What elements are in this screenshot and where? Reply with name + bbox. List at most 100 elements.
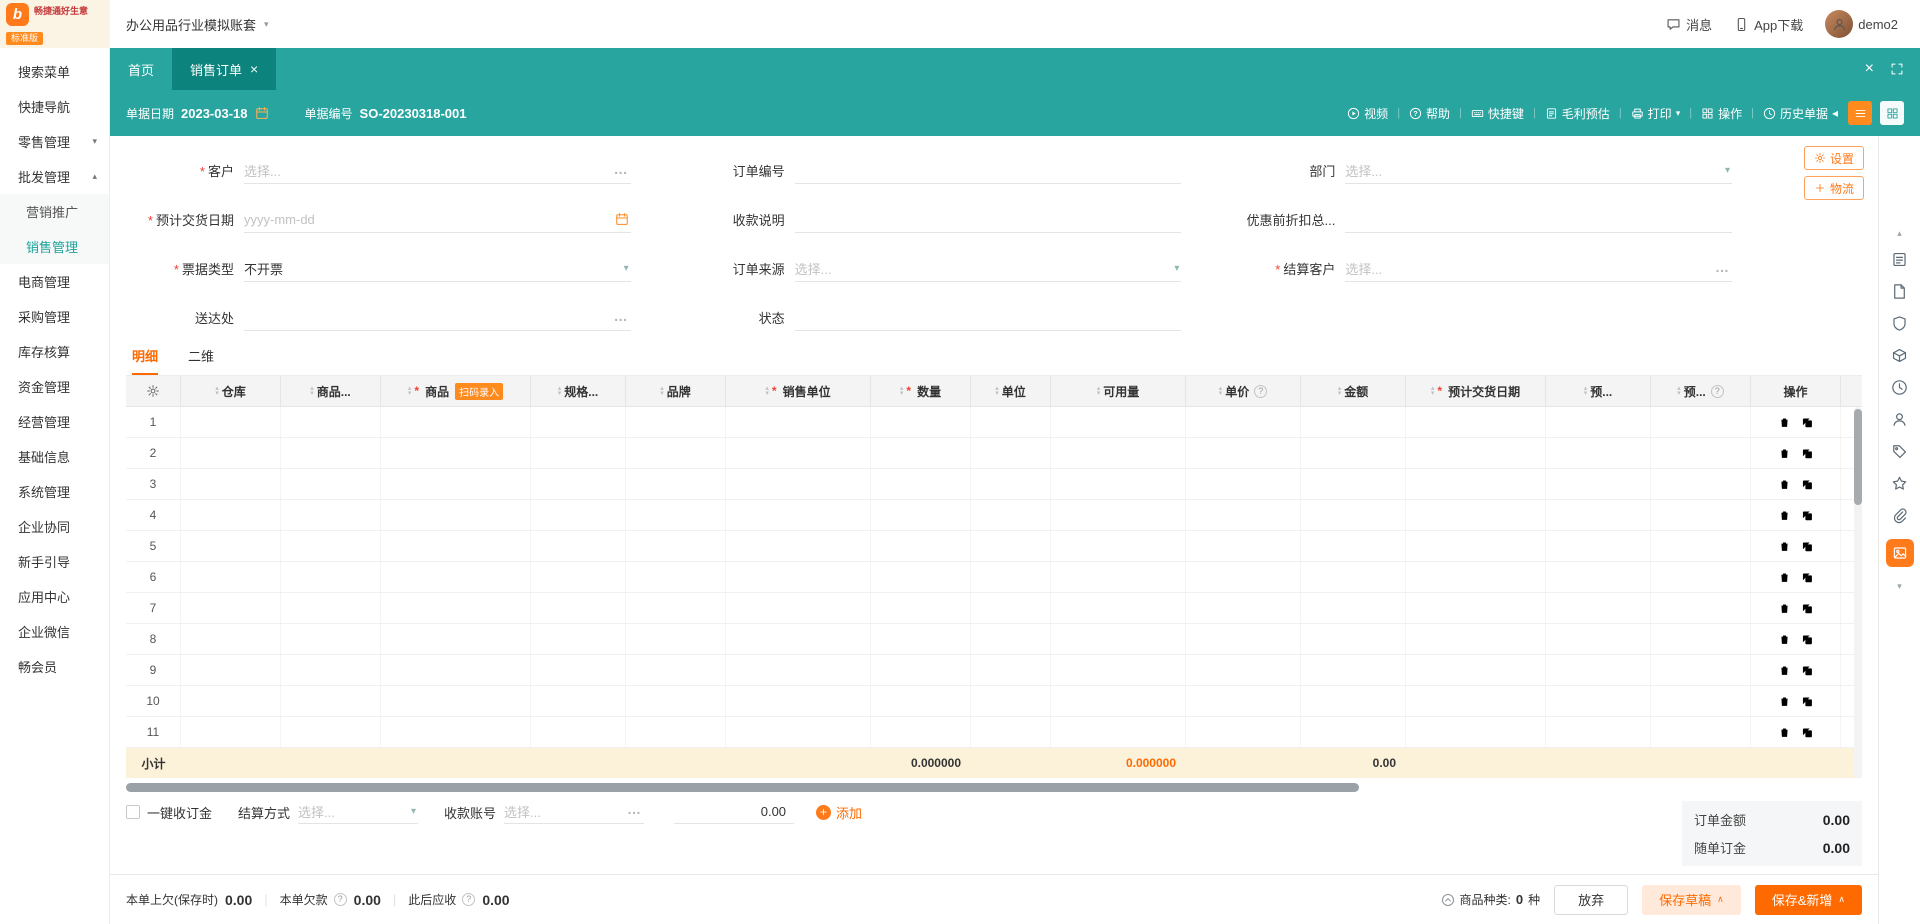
clip-icon[interactable] — [1891, 507, 1908, 524]
table-cell[interactable] — [1301, 438, 1406, 468]
table-cell[interactable] — [181, 407, 281, 437]
settings-button[interactable]: 设置 — [1803, 146, 1864, 170]
column-header[interactable]: ▴ ▾ 规格... — [531, 376, 626, 406]
table-cell[interactable] — [1406, 438, 1546, 468]
table-cell[interactable] — [626, 531, 726, 561]
column-header[interactable]: ▴ ▾ 可用量 — [1051, 376, 1186, 406]
table-cell[interactable] — [1546, 500, 1651, 530]
sort-icon[interactable]: ▴ ▾ — [408, 385, 412, 397]
tag-icon[interactable] — [1891, 443, 1908, 460]
copy-row-icon[interactable] — [1801, 416, 1814, 429]
table-cell[interactable] — [181, 500, 281, 530]
table-cell[interactable] — [1186, 624, 1301, 654]
table-cell[interactable] — [1651, 655, 1751, 685]
table-cell[interactable] — [1546, 438, 1651, 468]
user-menu[interactable]: demo2 — [1825, 10, 1898, 38]
table-cell[interactable] — [181, 686, 281, 716]
table-cell[interactable] — [1651, 407, 1751, 437]
table-cell[interactable] — [1546, 531, 1651, 561]
copy-row-icon[interactable] — [1801, 478, 1814, 491]
table-cell[interactable] — [871, 717, 971, 747]
sidebar-item[interactable]: 销售管理 — [0, 229, 109, 264]
tab-sales-order[interactable]: 销售订单 × — [172, 48, 277, 90]
chevron-down-icon[interactable]: ▾ — [1725, 165, 1730, 176]
table-cell[interactable] — [181, 655, 281, 685]
table-cell[interactable] — [1301, 686, 1406, 716]
table-cell[interactable] — [971, 438, 1051, 468]
table-cell[interactable] — [281, 655, 381, 685]
delete-row-icon[interactable] — [1778, 664, 1791, 677]
table-cell[interactable] — [1051, 624, 1186, 654]
table-cell[interactable] — [1051, 593, 1186, 623]
table-cell[interactable] — [626, 469, 726, 499]
table-cell[interactable] — [1186, 686, 1301, 716]
table-cell[interactable] — [1301, 717, 1406, 747]
table-cell[interactable] — [531, 438, 626, 468]
delete-row-icon[interactable] — [1778, 540, 1791, 553]
column-header[interactable]: ▴ ▾ * 商品 扫码录入 — [381, 376, 531, 406]
table-cell[interactable] — [1651, 686, 1751, 716]
table-cell[interactable] — [531, 469, 626, 499]
table-cell[interactable] — [971, 686, 1051, 716]
table-cell[interactable] — [626, 438, 726, 468]
copy-row-icon[interactable] — [1801, 447, 1814, 460]
tab-2d[interactable]: 二维 — [188, 346, 214, 375]
table-cell[interactable] — [1301, 624, 1406, 654]
copy-row-icon[interactable] — [1801, 602, 1814, 615]
close-all-tabs-icon[interactable]: × — [1865, 61, 1874, 77]
table-cell[interactable] — [726, 469, 871, 499]
sidebar-item[interactable]: 应用中心 — [0, 579, 109, 614]
table-cell[interactable] — [1406, 717, 1546, 747]
column-header[interactable]: ▴ ▾ 商品... — [281, 376, 381, 406]
table-cell[interactable] — [871, 438, 971, 468]
sort-icon[interactable]: ▴ ▾ — [1097, 385, 1101, 397]
toolbar-action-grid[interactable]: 操作 — [1701, 105, 1742, 122]
column-header[interactable]: ▴ ▾ 品牌 — [626, 376, 726, 406]
scroll-up-icon[interactable]: ▴ — [1897, 228, 1902, 239]
table-cell[interactable] — [1406, 531, 1546, 561]
deposit-checkbox[interactable] — [126, 805, 140, 819]
table-cell[interactable] — [1651, 469, 1751, 499]
table-cell[interactable] — [1301, 469, 1406, 499]
list-view-button[interactable] — [1848, 101, 1872, 125]
calendar-icon[interactable] — [615, 212, 629, 226]
save-and-new-button[interactable]: 保存&新增 ∧ — [1754, 884, 1862, 915]
table-cell[interactable] — [281, 407, 381, 437]
table-cell[interactable] — [871, 407, 971, 437]
copy-row-icon[interactable] — [1801, 633, 1814, 646]
sidebar-item[interactable]: 企业协同 — [0, 509, 109, 544]
table-cell[interactable] — [1051, 438, 1186, 468]
table-cell[interactable] — [1301, 500, 1406, 530]
table-cell[interactable] — [871, 469, 971, 499]
table-cell[interactable] — [281, 717, 381, 747]
sidebar-item[interactable]: 营销推广 — [0, 194, 109, 229]
table-cell[interactable] — [281, 686, 381, 716]
table-cell[interactable] — [1406, 593, 1546, 623]
delete-row-icon[interactable] — [1778, 447, 1791, 460]
table-cell[interactable] — [626, 593, 726, 623]
scroll-down-icon[interactable]: ▾ — [1897, 581, 1902, 592]
table-cell[interactable] — [381, 624, 531, 654]
horizontal-scrollbar-thumb[interactable] — [126, 783, 1359, 792]
more-icon[interactable]: … — [627, 801, 642, 817]
column-header[interactable]: ▴ ▾ 金额 — [1301, 376, 1406, 406]
table-cell[interactable] — [281, 438, 381, 468]
table-cell[interactable] — [381, 407, 531, 437]
table-cell[interactable] — [626, 562, 726, 592]
table-cell[interactable] — [1051, 655, 1186, 685]
table-cell[interactable] — [1301, 655, 1406, 685]
table-cell[interactable] — [1301, 407, 1406, 437]
toolbar-action-help[interactable]: ? 帮助 — [1409, 105, 1450, 122]
table-cell[interactable] — [871, 624, 971, 654]
table-cell[interactable] — [281, 500, 381, 530]
table-cell[interactable] — [971, 624, 1051, 654]
table-cell[interactable] — [1546, 655, 1651, 685]
column-header[interactable]: ▴ ▾ * 数量 — [871, 376, 971, 406]
table-cell[interactable] — [1051, 531, 1186, 561]
table-cell[interactable] — [1186, 469, 1301, 499]
table-cell[interactable] — [971, 655, 1051, 685]
sidebar-item[interactable]: 电商管理 — [0, 264, 109, 299]
copy-row-icon[interactable] — [1801, 726, 1814, 739]
table-cell[interactable] — [726, 593, 871, 623]
column-header[interactable]: ▴ ▾ 单位 — [971, 376, 1051, 406]
